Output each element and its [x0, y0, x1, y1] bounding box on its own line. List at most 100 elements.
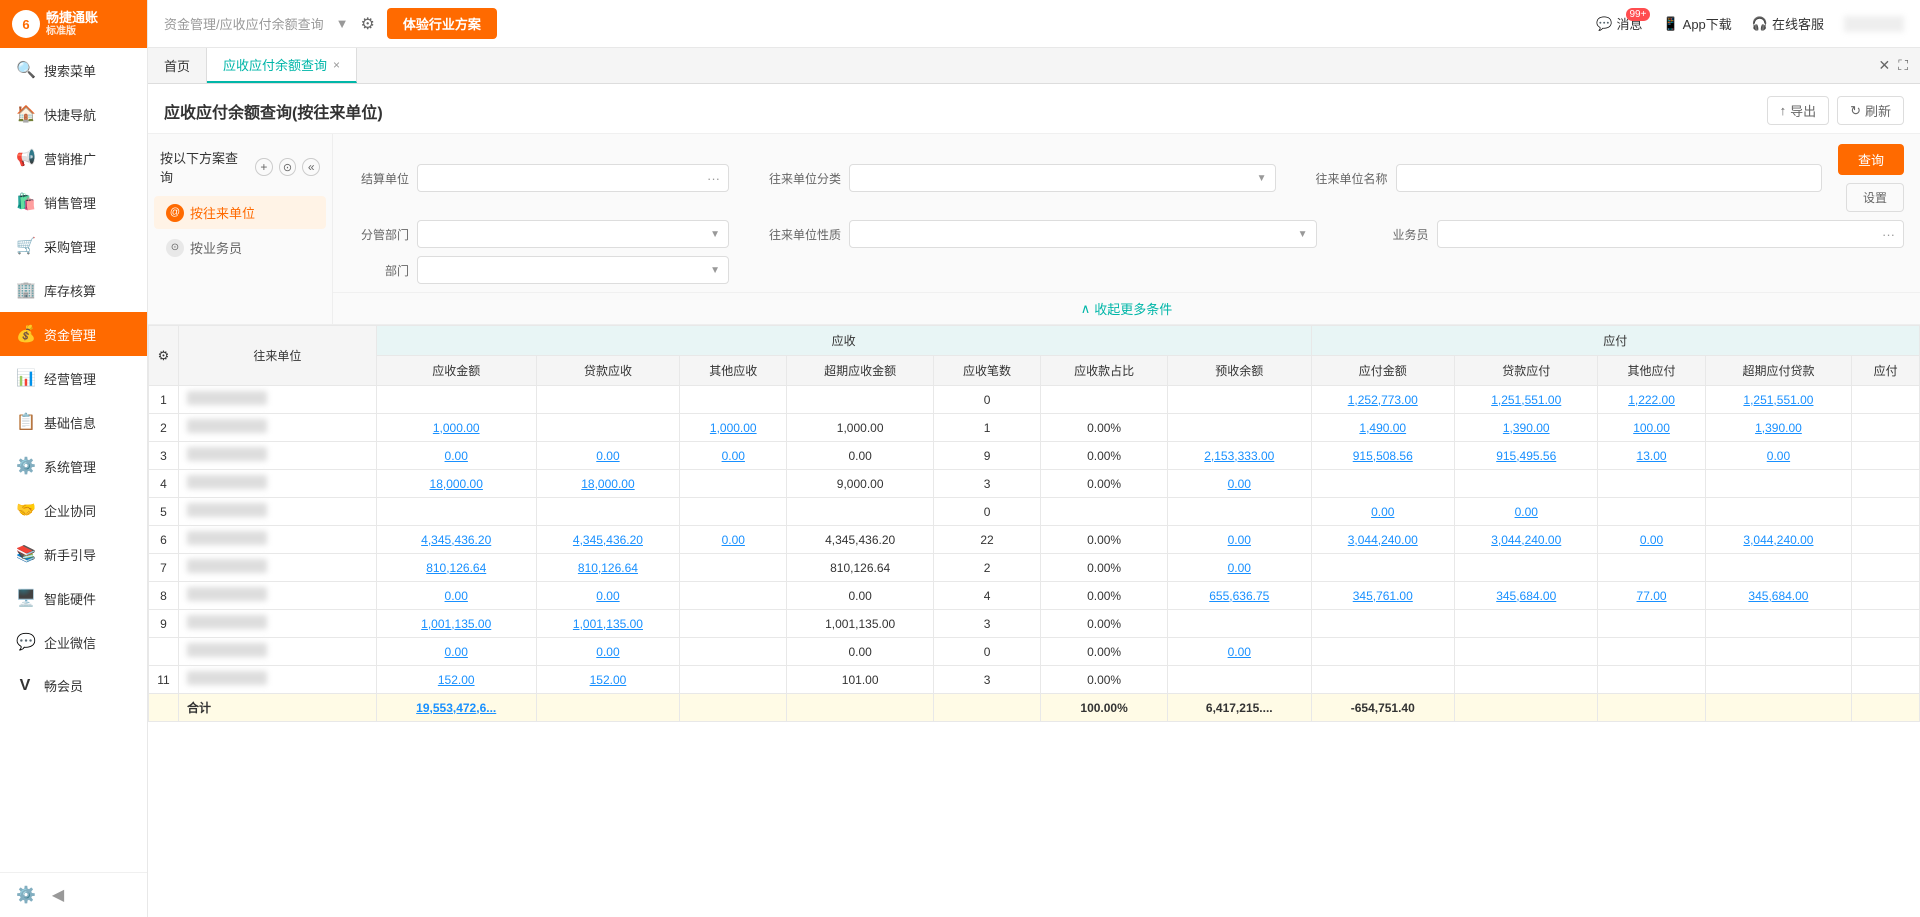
- sidebar-item-guide[interactable]: 📚 新手引导: [0, 532, 147, 576]
- sidebar-item-finance[interactable]: 💰 资金管理: [0, 312, 147, 356]
- header-right: 💬 消息 99+ 📱 App下载 🎧 在线客服: [1596, 14, 1904, 33]
- app-logo: 6 畅捷通账 标准版: [0, 0, 147, 48]
- salesperson-label: 业务员: [1349, 226, 1429, 243]
- total-receivable-count: [934, 694, 1041, 722]
- sidebar-item-enterprise[interactable]: 🤝 企业协同: [0, 488, 147, 532]
- table-area: ⚙ 往来单位 应收 应付 应收金额 贷款应收 其他应收 超期应收金额 应收笔数 …: [148, 325, 1920, 722]
- collapse-icon[interactable]: ◀: [52, 885, 64, 905]
- tab-home[interactable]: 首页: [148, 48, 207, 83]
- wechat-icon: 💬: [16, 632, 34, 652]
- tab-close-icon[interactable]: ×: [333, 58, 340, 72]
- sidebar-item-system[interactable]: ⚙️ 系统管理: [0, 444, 147, 488]
- scheme-icon-by-unit: @: [166, 204, 184, 222]
- sidebar-item-member[interactable]: V 畅会员: [0, 664, 147, 707]
- page-actions: ↑ 导出 ↻ 刷新: [1767, 96, 1904, 125]
- message-icon: 💬: [1596, 16, 1612, 32]
- sidebar-item-inventory[interactable]: 🏢 库存核算: [0, 268, 147, 312]
- department-input[interactable]: ▼: [417, 256, 729, 284]
- service-button[interactable]: 🎧 在线客服: [1752, 14, 1824, 33]
- breadcrumb: 资金管理/应收应付余额查询: [164, 14, 324, 33]
- sidebar-item-wechat[interactable]: 💬 企业微信: [0, 620, 147, 664]
- solution-button[interactable]: 体验行业方案: [387, 8, 497, 39]
- dept-manager-label: 分管部门: [349, 226, 409, 243]
- sidebar-item-search[interactable]: 🔍 搜索菜单: [0, 48, 147, 92]
- refresh-icon: ↻: [1850, 103, 1861, 119]
- basic-icon: 📋: [16, 412, 34, 432]
- settlement-unit-input[interactable]: ···: [417, 164, 729, 192]
- system-icon: ⚙️: [16, 456, 34, 476]
- loan-payable-header: 贷款应付: [1455, 356, 1598, 386]
- service-icon: 🎧: [1752, 16, 1768, 32]
- sidebar-item-operations[interactable]: 📊 经营管理: [0, 356, 147, 400]
- delete-scheme-button[interactable]: «: [302, 158, 320, 176]
- filter-fields: 结算单位 ··· 往来单位分类 ▼ 往来单位名称: [333, 134, 1920, 324]
- breadcrumb-chevron-icon: ▼: [336, 16, 349, 31]
- user-name: [1844, 16, 1904, 32]
- partner-name-label: 往来单位名称: [1308, 170, 1388, 187]
- partner-category-input[interactable]: ▼: [849, 164, 1276, 192]
- sidebar-item-quick[interactable]: 🏠 快捷导航: [0, 92, 147, 136]
- table-row: 500.000.00: [149, 498, 1920, 526]
- ellipsis-icon: ···: [707, 171, 720, 186]
- settings-button[interactable]: 设置: [1846, 183, 1904, 212]
- settings-icon[interactable]: ⚙️: [16, 885, 36, 905]
- receivable-group-header: 应收: [376, 326, 1311, 356]
- partner-nature-label: 往来单位性质: [761, 226, 841, 243]
- partner-name-input[interactable]: [1396, 164, 1823, 192]
- sidebar-item-basic[interactable]: 📋 基础信息: [0, 400, 147, 444]
- add-scheme-button[interactable]: +: [255, 158, 273, 176]
- partner-nature-field: 往来单位性质 ▼: [761, 220, 1317, 248]
- total-payable-amt: -654,751.40: [1311, 694, 1454, 722]
- total-unit-label: 合计: [179, 694, 377, 722]
- total-loan-receivable: [536, 694, 679, 722]
- edit-scheme-button[interactable]: ⊙: [279, 158, 297, 176]
- other-payable-header: 其他应付: [1598, 356, 1705, 386]
- app-download-button[interactable]: 📱 App下载: [1662, 14, 1731, 33]
- total-other-payable: [1598, 694, 1705, 722]
- sidebar-item-marketing[interactable]: 📢 营销推广: [0, 136, 147, 180]
- ellipsis-2-icon: ···: [1882, 227, 1895, 242]
- close-window-icon[interactable]: ✕: [1878, 57, 1890, 74]
- chevron-down-4-icon: ▼: [710, 265, 720, 276]
- maximize-icon[interactable]: ⛶: [1898, 57, 1908, 74]
- total-row: 合计 19,553,472,6... 100.00% 6,417,215....…: [149, 694, 1920, 722]
- partner-nature-input[interactable]: ▼: [849, 220, 1317, 248]
- receivable-amt-header: 应收金额: [376, 356, 536, 386]
- filter-row-2: 分管部门 ▼ 往来单位性质 ▼ 业务员 ···: [349, 220, 1904, 248]
- message-button[interactable]: 💬 消息 99+: [1596, 14, 1642, 33]
- scheme-item-by-staff[interactable]: ⊙ 按业务员: [154, 231, 326, 264]
- chevron-down-3-icon: ▼: [1298, 229, 1308, 240]
- filter-section: 按以下方案查询 + ⊙ « @ 按往来单位 ⊙ 按业务员 结算单位 ···: [148, 134, 1920, 325]
- sidebar-item-hardware[interactable]: 🖥️ 智能硬件: [0, 576, 147, 620]
- tab-balance-query[interactable]: 应收应付余额查询 ×: [207, 48, 357, 83]
- refresh-button[interactable]: ↻ 刷新: [1837, 96, 1904, 125]
- dept-manager-input[interactable]: ▼: [417, 220, 729, 248]
- app-icon: 📱: [1662, 16, 1678, 32]
- finance-icon: 💰: [16, 324, 34, 344]
- table-row: 80.000.000.0040.00%655,636.75345,761.003…: [149, 582, 1920, 610]
- settlement-unit-label: 结算单位: [349, 170, 409, 187]
- collapse-filter-button[interactable]: ∧ 收起更多条件: [333, 292, 1920, 324]
- sidebar-item-sales[interactable]: 🛍️ 销售管理: [0, 180, 147, 224]
- prepaid-balance-header: 预收余额: [1168, 356, 1311, 386]
- logo-icon: 6: [12, 10, 40, 38]
- query-actions: 查询 设置: [1838, 144, 1904, 212]
- top-header: 资金管理/应收应付余额查询 ▼ ⚙ 体验行业方案 💬 消息 99+ 📱 App下…: [148, 0, 1920, 48]
- guide-icon: 📚: [16, 544, 34, 564]
- payable-amt-header: 应付金额: [1311, 356, 1454, 386]
- total-receivable-amt[interactable]: 19,553,472,6...: [376, 694, 536, 722]
- header-gear-icon[interactable]: ⚙: [361, 14, 375, 34]
- scheme-item-by-unit[interactable]: @ 按往来单位: [154, 196, 326, 229]
- partner-category-label: 往来单位分类: [761, 170, 841, 187]
- export-button[interactable]: ↑ 导出: [1767, 96, 1830, 125]
- loan-receivable-header: 贷款应收: [536, 356, 679, 386]
- table-settings-icon[interactable]: ⚙: [158, 348, 170, 363]
- sidebar-item-purchase[interactable]: 🛒 采购管理: [0, 224, 147, 268]
- salesperson-input[interactable]: ···: [1437, 220, 1905, 248]
- purchase-icon: 🛒: [16, 236, 34, 256]
- query-button[interactable]: 查询: [1838, 144, 1904, 175]
- table-settings-header: ⚙: [149, 326, 179, 386]
- enterprise-icon: 🤝: [16, 500, 34, 520]
- table-row: 101,252,773.001,251,551.001,222.001,251,…: [149, 386, 1920, 414]
- payable-group-header: 应付: [1311, 326, 1919, 356]
